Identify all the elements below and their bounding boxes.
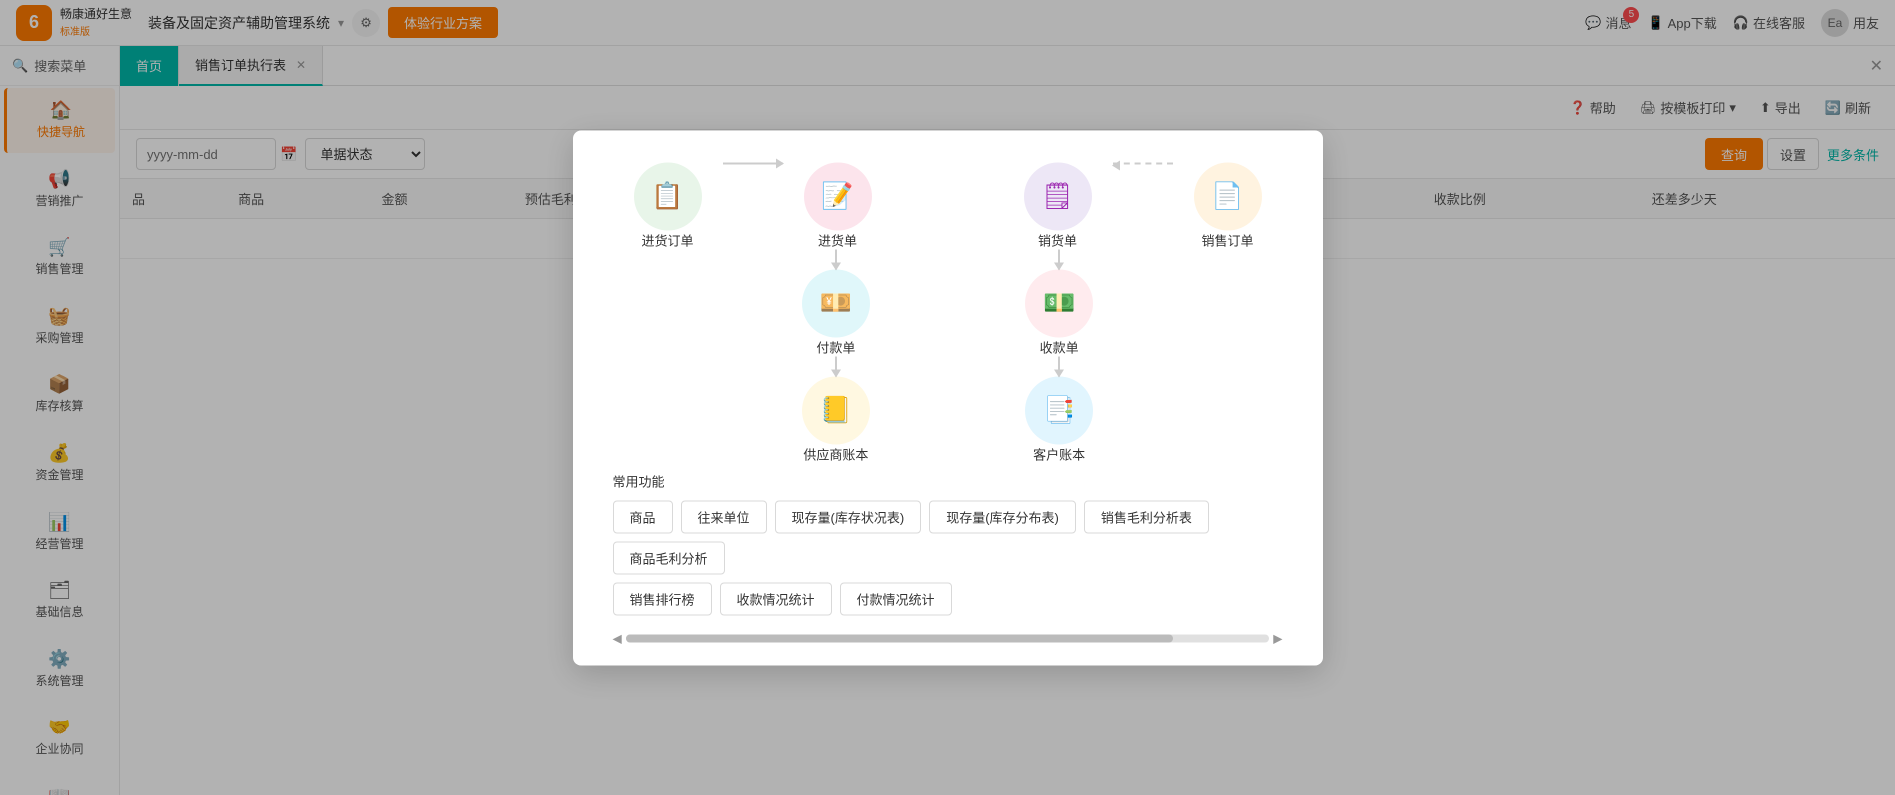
- func-btn-partners[interactable]: 往来单位: [681, 500, 767, 533]
- flow-node-purchase-bill[interactable]: 📝 进货单: [783, 162, 893, 249]
- flow-node-payment[interactable]: 💴 付款单: [780, 269, 892, 356]
- payment-icon: 💴: [802, 269, 870, 337]
- scroll-left-arrow[interactable]: ◀: [613, 631, 622, 645]
- flow-node-supplier-account[interactable]: 📒 供应商账本: [780, 376, 892, 463]
- func-btn-sales-margin[interactable]: 销售毛利分析表: [1084, 500, 1209, 533]
- customer-account-icon: 📑: [1025, 376, 1093, 444]
- supplier-account-label: 供应商账本: [803, 444, 868, 463]
- purchase-order-icon: 📋: [634, 162, 702, 230]
- func-buttons-row-1: 商品 往来单位 现存量(库存状况表) 现存量(库存分布表) 销售毛利分析表 商品…: [613, 500, 1283, 574]
- flow-node-purchase-order[interactable]: 📋 进货订单: [613, 162, 723, 249]
- common-functions-title: 常用功能: [613, 471, 1283, 490]
- payment-label: 付款单: [816, 337, 855, 356]
- arrow-sales-order-to-bill: [1113, 162, 1173, 186]
- flow-node-receipt[interactable]: 💵 收款单: [1003, 269, 1115, 356]
- modal-scrollbar-area: ◀ ▶: [613, 631, 1283, 645]
- arrow-row-down-1: [613, 249, 1283, 269]
- func-buttons-row-2: 销售排行榜 收款情况统计 付款情况统计: [613, 582, 1283, 615]
- purchase-order-label: 进货订单: [641, 230, 693, 249]
- sales-order-label: 销售订单: [1201, 230, 1253, 249]
- func-btn-collection-stats[interactable]: 收款情况统计: [720, 582, 832, 615]
- quick-nav-modal: 📋 进货订单 📝 进货单 🗒: [573, 130, 1323, 665]
- flow-node-sales-order[interactable]: 📄 销售订单: [1173, 162, 1283, 249]
- func-btn-stock-dist[interactable]: 现存量(库存分布表): [929, 500, 1076, 533]
- purchase-bill-label: 进货单: [818, 230, 857, 249]
- sales-bill-icon: 🗒: [1024, 162, 1092, 230]
- flow-node-customer-account[interactable]: 📑 客户账本: [1003, 376, 1115, 463]
- flow-row-2: 💴 付款单 💵 收款单: [613, 269, 1283, 356]
- sales-order-icon: 📄: [1194, 162, 1262, 230]
- common-functions-section: 常用功能 商品 往来单位 现存量(库存状况表) 现存量(库存分布表) 销售毛利分…: [613, 463, 1283, 615]
- scroll-thumb[interactable]: [626, 634, 1173, 642]
- func-btn-stock-status[interactable]: 现存量(库存状况表): [775, 500, 922, 533]
- flow-row-1: 📋 进货订单 📝 进货单 🗒: [613, 162, 1283, 249]
- func-btn-sales-rank[interactable]: 销售排行榜: [613, 582, 712, 615]
- sales-bill-label: 销货单: [1038, 230, 1077, 249]
- customer-account-label: 客户账本: [1033, 444, 1085, 463]
- modal-content: 📋 进货订单 📝 进货单 🗒: [573, 130, 1323, 665]
- func-btn-goods[interactable]: 商品: [613, 500, 673, 533]
- func-btn-goods-margin[interactable]: 商品毛利分析: [613, 541, 725, 574]
- arrow-row-down-2: [613, 356, 1283, 376]
- supplier-account-icon: 📒: [802, 376, 870, 444]
- receipt-label: 收款单: [1040, 337, 1079, 356]
- flow-row-3: 📒 供应商账本 📑 客户账本: [613, 376, 1283, 463]
- func-btn-payment-stats[interactable]: 付款情况统计: [840, 582, 952, 615]
- purchase-bill-icon: 📝: [804, 162, 872, 230]
- scroll-right-arrow[interactable]: ▶: [1273, 631, 1282, 645]
- arrow-purchase-order-to-bill: [723, 162, 783, 186]
- scroll-track[interactable]: [626, 634, 1270, 642]
- flow-node-sales-bill[interactable]: 🗒 销货单: [1003, 162, 1113, 249]
- receipt-icon: 💵: [1025, 269, 1093, 337]
- flow-section: 📋 进货订单 📝 进货单 🗒: [613, 162, 1283, 463]
